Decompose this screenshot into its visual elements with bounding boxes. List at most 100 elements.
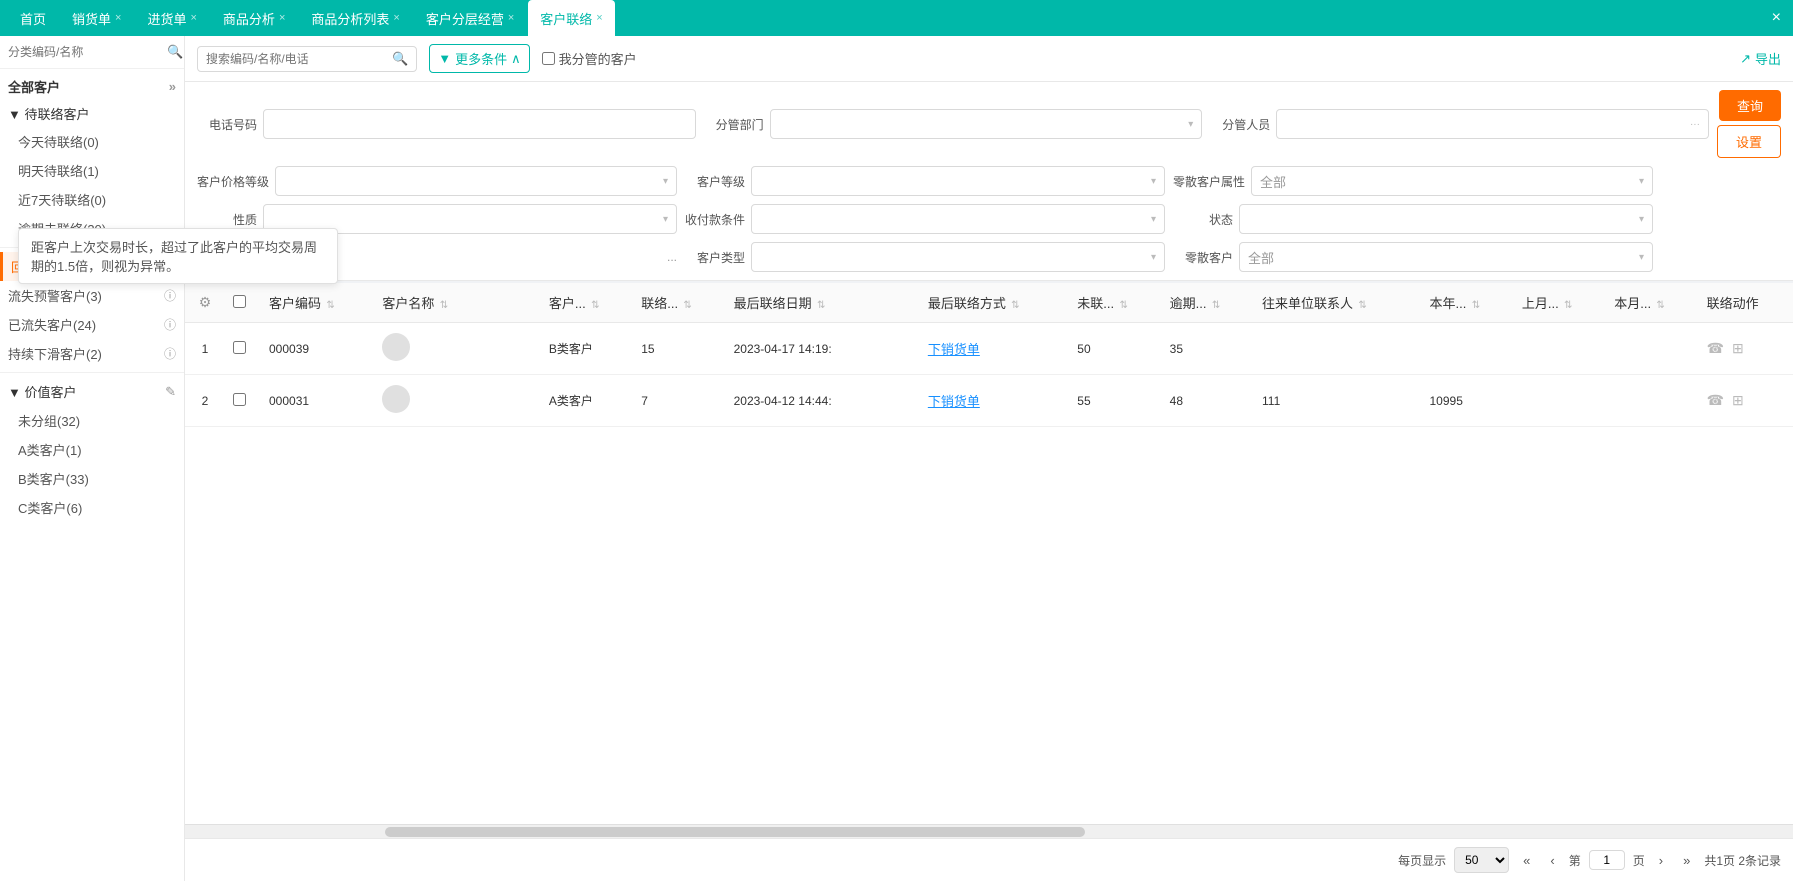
th-last-contact-method[interactable]: 最后联络方式 ⇅ <box>920 283 1069 323</box>
main-search-box: 🔍 <box>197 46 417 72</box>
sidebar-item-a-class[interactable]: A类客户(1) <box>0 435 184 464</box>
data-table: ⚙ 客户编码 ⇅ 客户名称 ⇅ <box>185 283 1793 427</box>
filter-row-4: ... 客户类型 ▾ 零散客户 全部 ▾ <box>197 242 1781 272</box>
page-number-input[interactable] <box>1589 850 1625 870</box>
gear-icon[interactable]: ⚙ <box>199 294 212 310</box>
dept-select[interactable]: ▾ <box>770 109 1203 139</box>
th-overdue[interactable]: 逾期... ⇅ <box>1162 283 1254 323</box>
export-icon: ↗ <box>1740 51 1751 67</box>
my-customers-checkbox[interactable]: 我分管的客户 <box>542 49 637 68</box>
phone-action-icon-1[interactable]: ☎ <box>1707 340 1724 357</box>
dept-label: 分管部门 <box>704 116 764 133</box>
cell-name-2 <box>374 375 540 427</box>
cell-code-1: 000039 <box>261 323 374 375</box>
export-button[interactable]: ↗ 导出 <box>1740 49 1781 68</box>
scatter-attr-value: 全部 <box>1260 172 1286 191</box>
cell-contact-2: 7 <box>633 375 725 427</box>
sidebar-search-input[interactable] <box>8 45 163 59</box>
grid-action-icon-1[interactable]: ⊞ <box>1732 340 1744 357</box>
value-section-icons: ✎ <box>165 384 176 400</box>
close-customer-contact-icon[interactable]: × <box>596 12 602 24</box>
customer-level-select[interactable]: ▾ <box>751 166 1165 196</box>
value-edit-icon[interactable]: ✎ <box>165 384 176 400</box>
phone-input[interactable] <box>263 109 696 139</box>
th-this-month[interactable]: 本月... ⇅ <box>1606 283 1698 323</box>
row-checkbox-2[interactable] <box>233 393 246 406</box>
next-page-button[interactable]: › <box>1653 851 1669 870</box>
more-filters-link[interactable]: ... <box>667 250 677 264</box>
nav-tab-analysis-list[interactable]: 商品分析列表 × <box>299 0 411 36</box>
sidebar-item-lost-pred[interactable]: 流失预警客户(3) ⓘ <box>0 281 184 310</box>
prev-page-button[interactable]: ‹ <box>1544 851 1560 870</box>
th-customer-type[interactable]: 客户... ⇅ <box>541 283 633 323</box>
price-level-select[interactable]: ▾ <box>275 166 677 196</box>
customer-type-label: 客户类型 <box>685 249 745 266</box>
person-select[interactable]: ··· <box>1276 109 1709 139</box>
cell-unit-1 <box>1254 323 1422 375</box>
nav-tab-customer-contact[interactable]: 客户联络 × <box>528 0 614 36</box>
nav-tab-analysis[interactable]: 商品分析 × <box>211 0 297 36</box>
sidebar-item-today[interactable]: 今天待联络(0) <box>0 127 184 156</box>
close-analysis-icon[interactable]: × <box>279 12 285 24</box>
th-uncontacted[interactable]: 未联... ⇅ <box>1069 283 1161 323</box>
th-contact-count[interactable]: 联络... ⇅ <box>633 283 725 323</box>
sort-overdue-icon: ⇅ <box>1212 300 1220 311</box>
th-last-month[interactable]: 上月... ⇅ <box>1514 283 1606 323</box>
pending-contact-group[interactable]: ▼ 待联络客户 <box>0 100 184 127</box>
sidebar-item-tomorrow[interactable]: 明天待联络(1) <box>0 156 184 185</box>
action-icons-1: ☎ ⊞ <box>1707 340 1785 357</box>
main-search-input[interactable] <box>206 52 386 66</box>
status-select[interactable]: ▾ <box>1239 204 1653 234</box>
nav-tab-purchase[interactable]: 进货单 × <box>135 0 208 36</box>
collapse-sidebar-icon[interactable]: » <box>169 79 176 94</box>
sidebar-item-c-class[interactable]: C类客户(6) <box>0 493 184 522</box>
close-analysis-list-icon[interactable]: × <box>393 12 399 24</box>
h-scroll-thumb[interactable] <box>385 827 1085 837</box>
scatter-customer-select[interactable]: 全部 ▾ <box>1239 242 1653 272</box>
payment-select[interactable]: ▾ <box>751 204 1165 234</box>
window-close-button[interactable]: × <box>1772 9 1781 27</box>
nav-tab-home[interactable]: 首页 <box>8 0 58 36</box>
close-customer-segment-icon[interactable]: × <box>508 12 514 24</box>
row-checkbox-1[interactable] <box>233 341 246 354</box>
sidebar-item-lost[interactable]: 已流失客户(24) ⓘ <box>0 310 184 339</box>
query-button[interactable]: 查询 <box>1719 90 1781 121</box>
my-customers-check[interactable] <box>542 52 555 65</box>
nav-tab-customer-segment[interactable]: 客户分层经营 × <box>414 0 526 36</box>
cell-actions-1: ☎ ⊞ <box>1699 323 1793 375</box>
grid-action-icon-2[interactable]: ⊞ <box>1732 392 1744 409</box>
sidebar-search-icon[interactable]: 🔍 <box>167 44 183 60</box>
cell-tmonth-2 <box>1606 375 1698 427</box>
th-customer-code[interactable]: 客户编码 ⇅ <box>261 283 374 323</box>
close-purchase-icon[interactable]: × <box>190 12 196 24</box>
close-sales-icon[interactable]: × <box>115 12 121 24</box>
th-this-year[interactable]: 本年... ⇅ <box>1422 283 1514 323</box>
filter-row-1: 电话号码 分管部门 ▾ 分管人员 ··· <box>197 90 1781 158</box>
th-last-contact-date[interactable]: 最后联络日期 ⇅ <box>726 283 920 323</box>
filter-icon: ▼ <box>438 51 451 66</box>
th-unit-contacts[interactable]: 往来单位联系人 ⇅ <box>1254 283 1422 323</box>
last-page-button[interactable]: » <box>1677 851 1696 870</box>
select-all-checkbox[interactable] <box>233 295 246 308</box>
lost-info-icon: ⓘ <box>164 316 176 333</box>
repurchase-tooltip: 距客户上次交易时长，超过了此客户的平均交易周期的1.5倍，则视为异常。 <box>18 228 338 284</box>
sidebar-item-7days[interactable]: 近7天待联络(0) <box>0 185 184 214</box>
scatter-attr-select[interactable]: 全部 ▾ <box>1251 166 1653 196</box>
th-customer-name[interactable]: 客户名称 ⇅ <box>374 283 540 323</box>
customer-type-select[interactable]: ▾ <box>751 242 1165 272</box>
sidebar-item-continuous[interactable]: 持续下滑客户(2) ⓘ <box>0 339 184 368</box>
contact-method-link-1[interactable]: 下销货单 <box>928 342 980 357</box>
horizontal-scrollbar[interactable] <box>185 824 1793 838</box>
sidebar-item-b-class[interactable]: B类客户(33) <box>0 464 184 493</box>
main-search-icon[interactable]: 🔍 <box>392 51 408 67</box>
sidebar-item-ungroup[interactable]: 未分组(32) <box>0 406 184 435</box>
phone-action-icon-2[interactable]: ☎ <box>1707 392 1724 409</box>
first-page-button[interactable]: « <box>1517 851 1536 870</box>
setting-button[interactable]: 设置 <box>1717 125 1781 158</box>
contact-method-link-2[interactable]: 下销货单 <box>928 394 980 409</box>
per-page-select[interactable]: 50 100 200 <box>1454 847 1509 873</box>
avatar-1 <box>382 333 410 361</box>
value-customers-section[interactable]: ▼ 价值客户 ✎ <box>0 377 184 406</box>
nav-tab-sales[interactable]: 销货单 × <box>60 0 133 36</box>
more-conditions-button[interactable]: ▼ 更多条件 ∧ <box>429 44 529 73</box>
